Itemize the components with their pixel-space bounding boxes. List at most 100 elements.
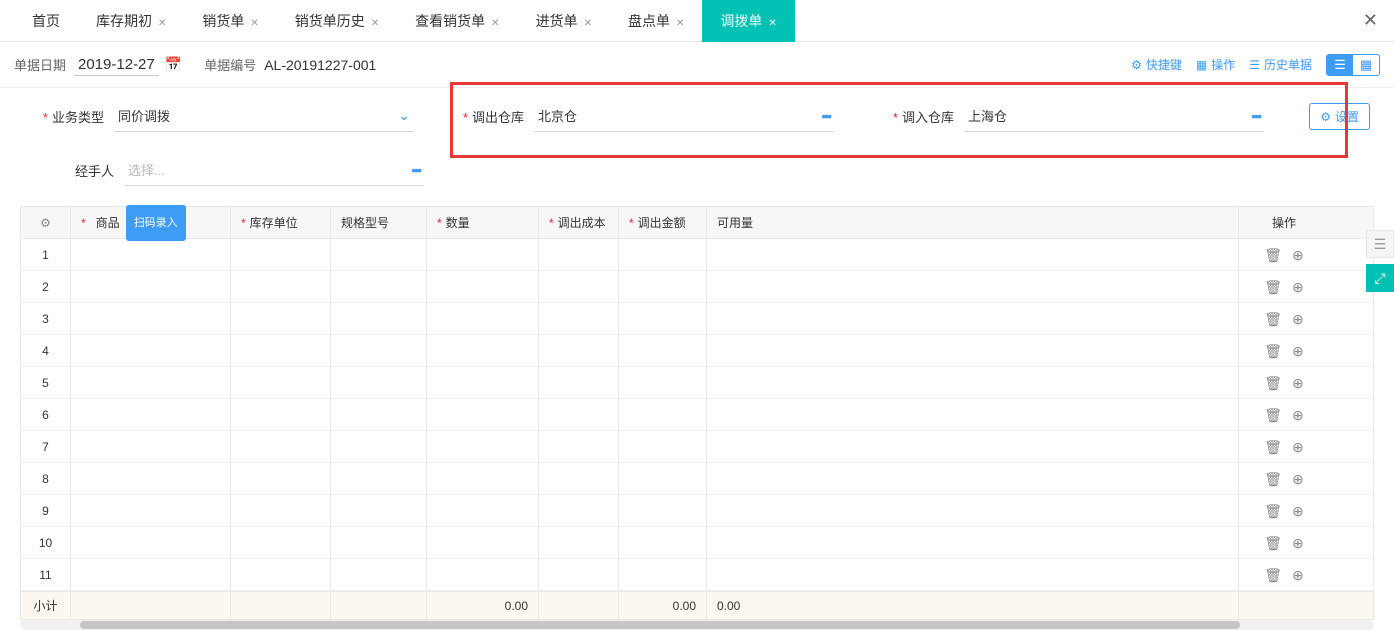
- table-row[interactable]: 10🗑⊕: [21, 527, 1373, 559]
- history-link[interactable]: ☰历史单据: [1249, 56, 1312, 73]
- tab-home[interactable]: 首页: [14, 0, 78, 42]
- cell-cost[interactable]: [539, 463, 619, 495]
- add-icon[interactable]: ⊕: [1292, 303, 1304, 335]
- cell-unit[interactable]: [231, 527, 331, 559]
- cell-qty[interactable]: [427, 559, 539, 591]
- view-list-icon[interactable]: ☰: [1327, 55, 1353, 75]
- cell-cost[interactable]: [539, 367, 619, 399]
- cell-unit[interactable]: [231, 303, 331, 335]
- add-icon[interactable]: ⊕: [1292, 335, 1304, 367]
- cell-unit[interactable]: [231, 335, 331, 367]
- cell-product[interactable]: [71, 239, 231, 271]
- cell-unit[interactable]: [231, 463, 331, 495]
- cell-cost[interactable]: [539, 239, 619, 271]
- cell-unit[interactable]: [231, 367, 331, 399]
- cell-cost[interactable]: [539, 559, 619, 591]
- out-warehouse-field[interactable]: *调出仓库 北京仓•••: [452, 100, 882, 132]
- gear-column[interactable]: ⚙: [21, 207, 71, 239]
- cell-available[interactable]: [707, 271, 1239, 303]
- delete-icon[interactable]: 🗑: [1264, 527, 1282, 559]
- more-icon[interactable]: •••: [821, 108, 830, 124]
- table-row[interactable]: 3🗑⊕: [21, 303, 1373, 335]
- cell-product[interactable]: [71, 431, 231, 463]
- scrollbar-thumb[interactable]: [80, 621, 1240, 629]
- cell-amount[interactable]: [619, 399, 707, 431]
- cell-amount[interactable]: [619, 303, 707, 335]
- cell-unit[interactable]: [231, 559, 331, 591]
- cell-cost[interactable]: [539, 399, 619, 431]
- more-icon[interactable]: •••: [411, 162, 420, 178]
- cell-qty[interactable]: [427, 431, 539, 463]
- cell-product[interactable]: [71, 367, 231, 399]
- tab-view-sales[interactable]: 查看销货单✕: [397, 0, 517, 42]
- cell-cost[interactable]: [539, 303, 619, 335]
- cell-available[interactable]: [707, 335, 1239, 367]
- delete-icon[interactable]: 🗑: [1264, 335, 1282, 367]
- cell-unit[interactable]: [231, 399, 331, 431]
- cell-spec[interactable]: [331, 367, 427, 399]
- add-icon[interactable]: ⊕: [1292, 239, 1304, 271]
- cell-unit[interactable]: [231, 271, 331, 303]
- delete-icon[interactable]: 🗑: [1264, 495, 1282, 527]
- table-row[interactable]: 1🗑⊕: [21, 239, 1373, 271]
- cell-qty[interactable]: [427, 527, 539, 559]
- cell-cost[interactable]: [539, 527, 619, 559]
- cell-amount[interactable]: [619, 431, 707, 463]
- cell-amount[interactable]: [619, 559, 707, 591]
- table-row[interactable]: 11🗑⊕: [21, 559, 1373, 591]
- cell-qty[interactable]: [427, 335, 539, 367]
- table-row[interactable]: 6🗑⊕: [21, 399, 1373, 431]
- close-icon[interactable]: ✕: [584, 18, 592, 29]
- cell-qty[interactable]: [427, 495, 539, 527]
- table-row[interactable]: 2🗑⊕: [21, 271, 1373, 303]
- cell-unit[interactable]: [231, 495, 331, 527]
- tab-purchase[interactable]: 进货单✕: [518, 0, 610, 42]
- table-row[interactable]: 4🗑⊕: [21, 335, 1373, 367]
- add-icon[interactable]: ⊕: [1292, 367, 1304, 399]
- tab-stocktake[interactable]: 盘点单✕: [610, 0, 702, 42]
- cell-amount[interactable]: [619, 367, 707, 399]
- date-value[interactable]: 2019-12-27: [74, 54, 159, 76]
- add-icon[interactable]: ⊕: [1292, 431, 1304, 463]
- cell-amount[interactable]: [619, 463, 707, 495]
- delete-icon[interactable]: 🗑: [1264, 367, 1282, 399]
- table-row[interactable]: 8🗑⊕: [21, 463, 1373, 495]
- delete-icon[interactable]: 🗑: [1264, 271, 1282, 303]
- cell-product[interactable]: [71, 303, 231, 335]
- close-icon[interactable]: ✕: [158, 18, 166, 29]
- close-all-icon[interactable]: ✕: [1363, 10, 1378, 31]
- cell-product[interactable]: [71, 495, 231, 527]
- cell-unit[interactable]: [231, 431, 331, 463]
- close-icon[interactable]: ✕: [676, 18, 684, 29]
- cell-product[interactable]: [71, 559, 231, 591]
- cell-spec[interactable]: [331, 527, 427, 559]
- cell-amount[interactable]: [619, 527, 707, 559]
- cell-spec[interactable]: [331, 271, 427, 303]
- delete-icon[interactable]: 🗑: [1264, 239, 1282, 271]
- cell-available[interactable]: [707, 463, 1239, 495]
- cell-available[interactable]: [707, 495, 1239, 527]
- table-row[interactable]: 5🗑⊕: [21, 367, 1373, 399]
- cell-product[interactable]: [71, 463, 231, 495]
- cell-available[interactable]: [707, 559, 1239, 591]
- tab-transfer[interactable]: 调拨单✕: [702, 0, 794, 42]
- cell-spec[interactable]: [331, 463, 427, 495]
- cell-amount[interactable]: [619, 495, 707, 527]
- view-grid-icon[interactable]: ▦: [1353, 55, 1379, 75]
- cell-qty[interactable]: [427, 239, 539, 271]
- table-row[interactable]: 7🗑⊕: [21, 431, 1373, 463]
- cell-amount[interactable]: [619, 335, 707, 367]
- calendar-icon[interactable]: 📅: [165, 56, 182, 73]
- delete-icon[interactable]: 🗑: [1264, 399, 1282, 431]
- delete-icon[interactable]: 🗑: [1264, 463, 1282, 495]
- add-icon[interactable]: ⊕: [1292, 527, 1304, 559]
- cell-product[interactable]: [71, 527, 231, 559]
- cell-spec[interactable]: [331, 303, 427, 335]
- close-icon[interactable]: ✕: [768, 18, 776, 29]
- cell-spec[interactable]: [331, 239, 427, 271]
- cell-available[interactable]: [707, 367, 1239, 399]
- horizontal-scrollbar[interactable]: [20, 620, 1374, 630]
- chevron-down-icon[interactable]: ⌄: [398, 107, 410, 124]
- cell-product[interactable]: [71, 399, 231, 431]
- cell-cost[interactable]: [539, 431, 619, 463]
